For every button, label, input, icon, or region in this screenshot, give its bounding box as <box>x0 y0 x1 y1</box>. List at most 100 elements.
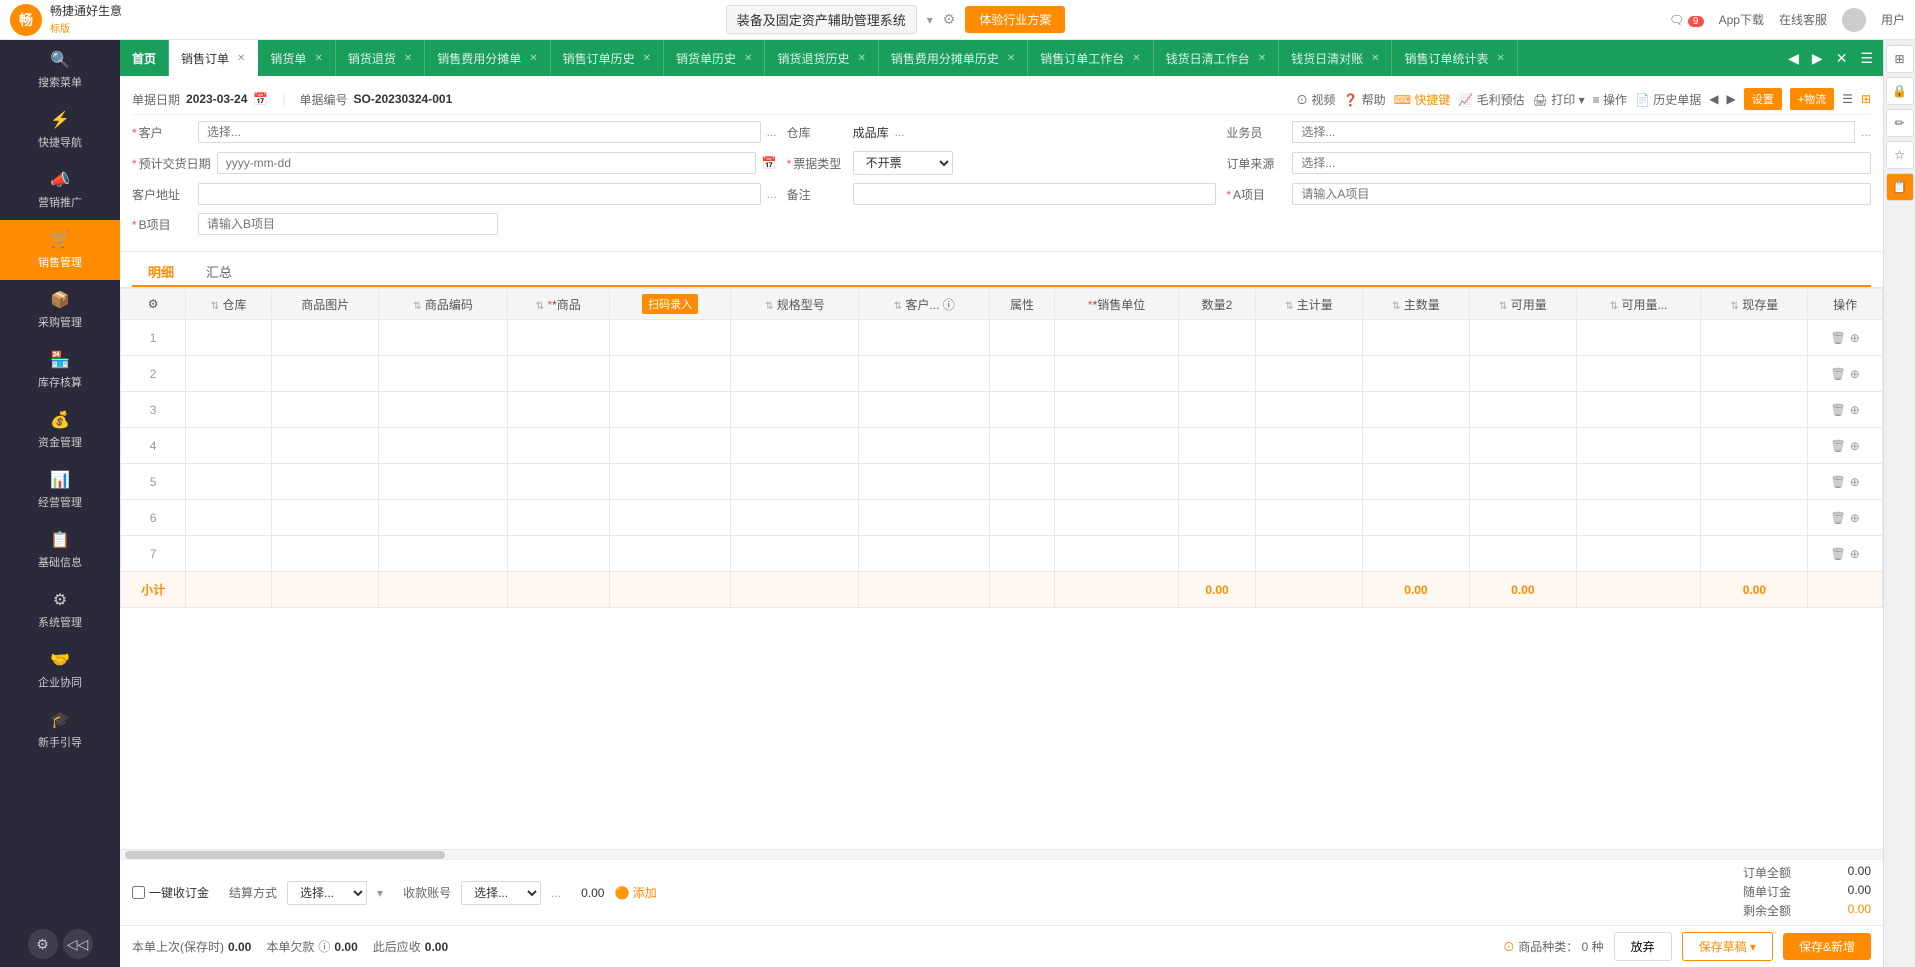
warehouse-more-button[interactable]: ... <box>895 125 905 139</box>
cell-4-action[interactable]: 🗑⊕ <box>1808 428 1883 464</box>
copy-icon-6[interactable]: ⊕ <box>1850 511 1860 525</box>
cell-1-available[interactable] <box>1469 320 1576 356</box>
tab-close-6[interactable]: ✕ <box>744 53 752 64</box>
cell-3-product[interactable] <box>507 392 609 428</box>
sidebar-collapse-button[interactable]: ◁◁ <box>63 929 93 959</box>
tab-1[interactable]: 销售订单✕ <box>169 40 258 76</box>
cell-7-customer_code[interactable] <box>859 536 989 572</box>
sidebar-item-库存核算[interactable]: 🏪库存核算 <box>0 340 120 400</box>
cell-4-code[interactable] <box>379 428 507 464</box>
cell-1-stock[interactable] <box>1701 320 1808 356</box>
tab-close-9[interactable]: ✕ <box>1132 53 1140 64</box>
tab-close-4[interactable]: ✕ <box>529 53 537 64</box>
cell-2-spec[interactable] <box>731 356 859 392</box>
profit-forecast-button[interactable]: 📈 毛利预估 <box>1458 91 1524 108</box>
sort-icon-6[interactable]: ⇅ <box>765 301 773 312</box>
nav-prev-icon[interactable]: ◀ <box>1709 92 1718 106</box>
cell-7-qty2[interactable] <box>1179 536 1256 572</box>
cell-3-image[interactable] <box>272 392 379 428</box>
cell-1-customer_code[interactable] <box>859 320 989 356</box>
cell-5-code[interactable] <box>379 464 507 500</box>
sort-icon-13[interactable]: ⇅ <box>1499 301 1507 312</box>
payment-method-select[interactable]: 选择... <box>287 881 367 905</box>
sidebar-item-基础信息[interactable]: 📋基础信息 <box>0 520 120 580</box>
scrollbar-thumb[interactable] <box>125 851 445 859</box>
horizontal-scrollbar[interactable] <box>120 849 1883 859</box>
cell-4-image[interactable] <box>272 428 379 464</box>
cell-6-qty2[interactable] <box>1179 500 1256 536</box>
cell-5-main_qty[interactable] <box>1362 464 1469 500</box>
cell-1-scan[interactable] <box>609 320 731 356</box>
cell-3-qty2[interactable] <box>1179 392 1256 428</box>
online-service-link[interactable]: 在线客服 <box>1779 11 1827 28</box>
cell-5-available[interactable] <box>1469 464 1576 500</box>
cell-6-image[interactable] <box>272 500 379 536</box>
cell-1-code[interactable] <box>379 320 507 356</box>
copy-icon-5[interactable]: ⊕ <box>1850 475 1860 489</box>
copy-icon-4[interactable]: ⊕ <box>1850 439 1860 453</box>
cell-3-scan[interactable] <box>609 392 731 428</box>
cell-1-main_qty[interactable] <box>1362 320 1469 356</box>
cell-5-image[interactable] <box>272 464 379 500</box>
cell-2-customer_code[interactable] <box>859 356 989 392</box>
cell-1-main_unit[interactable] <box>1255 320 1362 356</box>
cell-4-spec[interactable] <box>731 428 859 464</box>
copy-icon-2[interactable]: ⊕ <box>1850 367 1860 381</box>
address-more-button[interactable]: ... <box>767 187 777 201</box>
layout-grid-icon[interactable]: ⊞ <box>1861 92 1871 106</box>
tab-next-button[interactable]: ▶ <box>1807 48 1828 69</box>
settings-icon[interactable]: ⚙ <box>943 11 956 28</box>
cell-1-qty2[interactable] <box>1179 320 1256 356</box>
cell-4-qty2[interactable] <box>1179 428 1256 464</box>
save-new-button[interactable]: 保存&新增 <box>1783 933 1871 960</box>
tab-close-2[interactable]: ✕ <box>314 53 322 64</box>
cell-7-scan[interactable] <box>609 536 731 572</box>
cell-6-main_unit[interactable] <box>1255 500 1362 536</box>
cell-5-main_unit[interactable] <box>1255 464 1362 500</box>
help-button[interactable]: ❓ 帮助 <box>1343 91 1385 108</box>
cell-7-attribute[interactable] <box>989 536 1054 572</box>
view-video-button[interactable]: ⊙ 视频 <box>1296 91 1335 108</box>
cell-3-warehouse[interactable] <box>186 392 272 428</box>
sort-icon-7[interactable]: ⇅ <box>894 301 902 312</box>
cell-6-product[interactable] <box>507 500 609 536</box>
cell-2-stock[interactable] <box>1701 356 1808 392</box>
cell-5-settings[interactable]: 5 <box>121 464 186 500</box>
delete-icon-1[interactable]: 🗑 <box>1831 331 1846 345</box>
cell-7-product[interactable] <box>507 536 609 572</box>
tab-0[interactable]: 首页 <box>120 40 169 76</box>
quick-checkout-checkbox[interactable]: 一键收订金 <box>132 884 209 901</box>
sort-icon-3[interactable]: ⇅ <box>413 301 421 312</box>
detail-tab-汇总[interactable]: 汇总 <box>190 258 248 287</box>
a-project-input[interactable] <box>1292 183 1871 205</box>
sort-icon-4[interactable]: ⇅ <box>536 301 544 312</box>
shortcut-button[interactable]: ⌨ 快捷键 <box>1394 91 1451 108</box>
cell-6-sales_unit[interactable] <box>1055 500 1179 536</box>
cell-2-main_qty[interactable] <box>1362 356 1469 392</box>
cell-3-code[interactable] <box>379 392 507 428</box>
cell-5-qty2[interactable] <box>1179 464 1256 500</box>
cell-1-sales_unit[interactable] <box>1055 320 1179 356</box>
sort-icon-12[interactable]: ⇅ <box>1392 301 1400 312</box>
tab-7[interactable]: 销货退货历史✕ <box>765 40 878 76</box>
sidebar-item-搜索菜单[interactable]: 🔍搜索菜单 <box>0 40 120 100</box>
cell-7-available[interactable] <box>1469 536 1576 572</box>
message-icon[interactable]: 🗨 9 <box>1669 13 1704 27</box>
user-name[interactable]: 用户 <box>1881 11 1905 28</box>
cell-4-attribute[interactable] <box>989 428 1054 464</box>
cell-7-sales_unit[interactable] <box>1055 536 1179 572</box>
payment-method-more-button[interactable]: ▾ <box>377 886 383 900</box>
cell-2-product[interactable] <box>507 356 609 392</box>
data-table-wrapper[interactable]: ⚙⇅ 仓库商品图片⇅ 商品编码⇅ *商品扫码录入⇅ 规格型号⇅ 客户... ⓘ属… <box>120 288 1883 849</box>
cell-4-sales_unit[interactable] <box>1055 428 1179 464</box>
cell-2-scan[interactable] <box>609 356 731 392</box>
sidebar-item-经营管理[interactable]: 📊经营管理 <box>0 460 120 520</box>
cell-7-stock[interactable] <box>1701 536 1808 572</box>
sidebar-item-企业协同[interactable]: 🤝企业协同 <box>0 640 120 700</box>
cell-6-settings[interactable]: 6 <box>121 500 186 536</box>
save-draft-button[interactable]: 保存草稿 ▾ <box>1682 932 1773 961</box>
cell-3-main_unit[interactable] <box>1255 392 1362 428</box>
sidebar-item-营销推广[interactable]: 📣营销推广 <box>0 160 120 220</box>
cell-4-scan[interactable] <box>609 428 731 464</box>
cell-7-main_unit[interactable] <box>1255 536 1362 572</box>
